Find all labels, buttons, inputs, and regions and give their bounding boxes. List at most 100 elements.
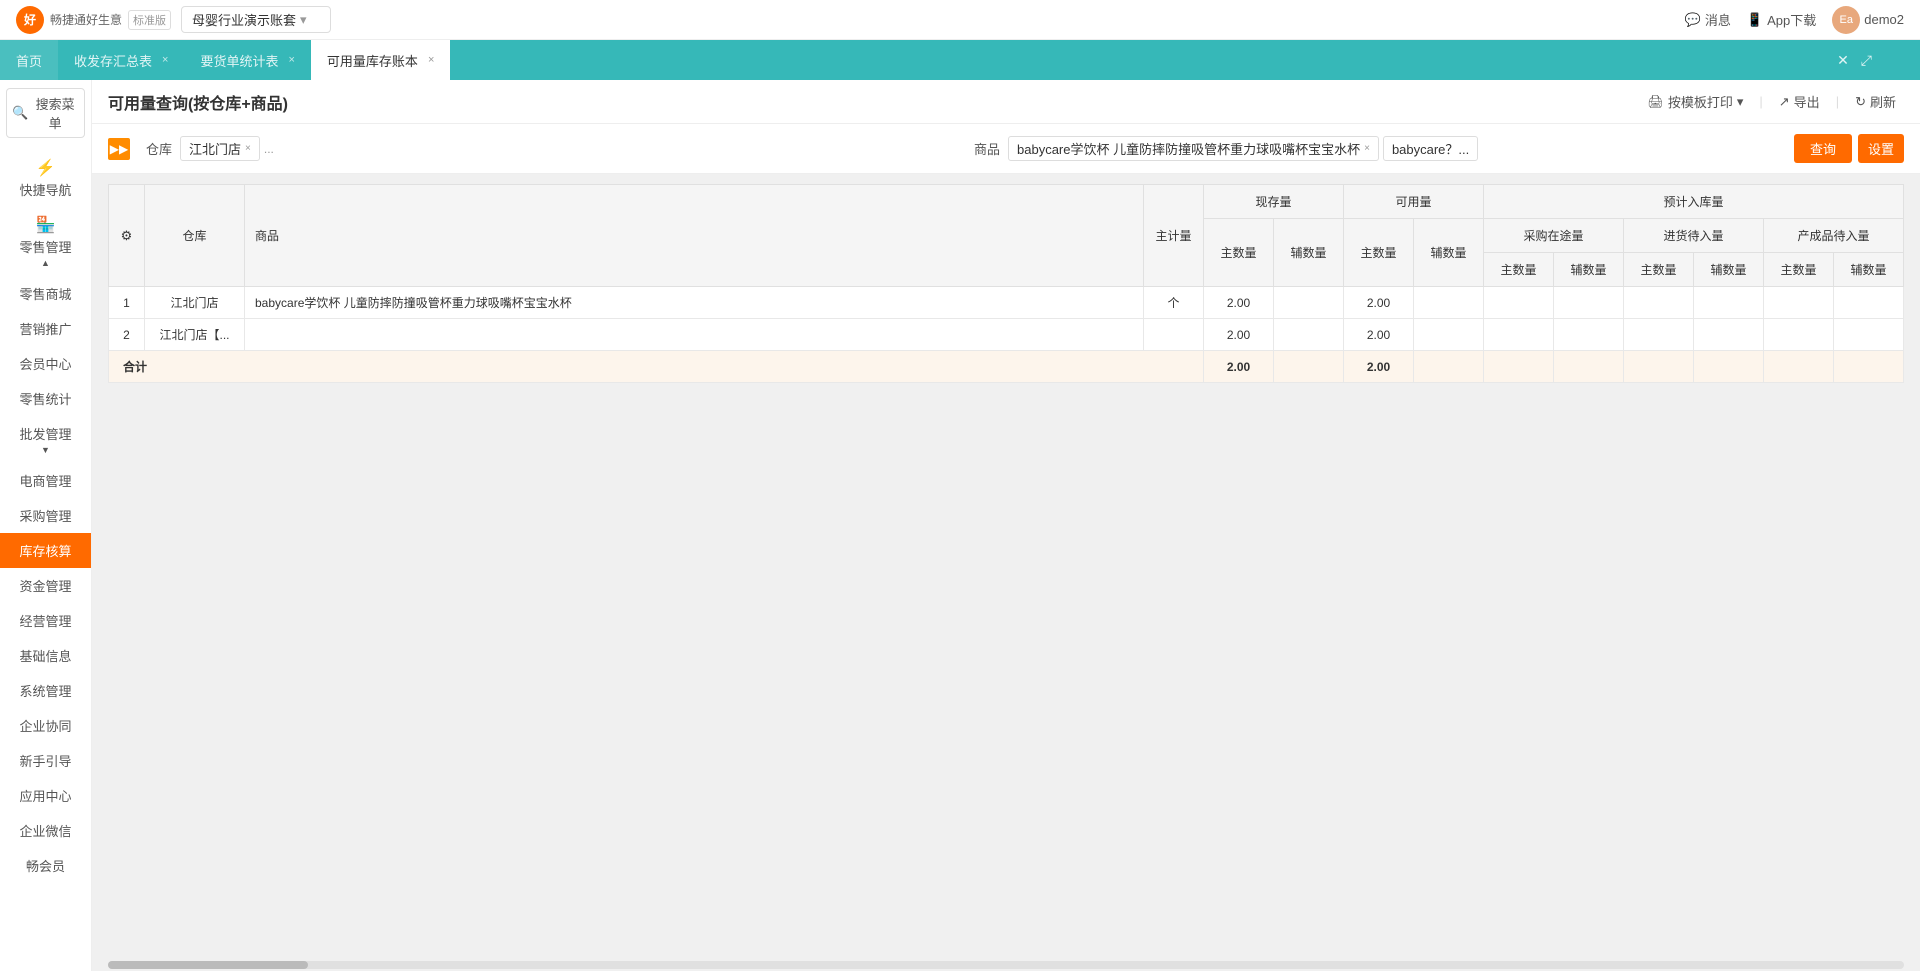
query-button[interactable]: 查询 (1794, 134, 1852, 163)
batch-arrow-icon: ▼ (41, 445, 50, 455)
sidebar-item-ecommerce[interactable]: 电商管理 (0, 463, 91, 498)
print-template-button[interactable]: 🖨 按模板打印 ▾ (1639, 88, 1751, 115)
th-production: 产成品待入量 (1764, 219, 1904, 253)
sidebar-item-enterprise[interactable]: 企业协同 (0, 708, 91, 743)
template-badge: 标准版 (128, 10, 171, 30)
tab-receipts[interactable]: 收发存汇总表 × (58, 40, 184, 80)
industry-selector[interactable]: 母婴行业演示账套 ▾ (181, 6, 331, 33)
nav-tab-actions: ✕ ⤢ (1833, 40, 1880, 80)
th-forecast-in: 预计入库量 (1484, 185, 1904, 219)
sidebar-item-wx-enterprise[interactable]: 企业微信 (0, 813, 91, 848)
sidebar: 🔍 搜索菜单 ⚡ 快捷导航 🏪 零售管理 ▲ 零售商城 营销推广 会员中心 (0, 80, 92, 971)
close-available-icon[interactable]: × (428, 54, 434, 66)
tab-orders[interactable]: 要货单统计表 × (184, 40, 310, 80)
print-chevron-icon: ▾ (1737, 94, 1744, 110)
search-menu-button[interactable]: 🔍 搜索菜单 (6, 88, 85, 138)
member-label: 会员中心 (19, 354, 71, 373)
user-menu[interactable]: Ea demo2 (1832, 6, 1904, 34)
page-actions: 🖨 按模板打印 ▾ | ↗ 导出 | ↻ 刷新 (1639, 88, 1904, 115)
total-production-main (1764, 351, 1834, 383)
sidebar-item-system[interactable]: 系统管理 (0, 673, 91, 708)
scrollbar-thumb[interactable] (108, 961, 308, 969)
tab-home[interactable]: 首页 (0, 40, 58, 80)
total-label: 合计 (109, 351, 1204, 383)
th-incoming: 进货待入量 (1624, 219, 1764, 253)
ecommerce-label: 电商管理 (19, 471, 71, 490)
receipts-tab-label: 收发存汇总表 (74, 51, 152, 70)
message-button[interactable]: 💬 消息 (1685, 10, 1731, 29)
product-tag-1[interactable]: babycare学饮杯 儿童防摔防撞吸管杯重力球吸嘴杯宝宝水杯 × (1008, 136, 1379, 161)
sidebar-item-purchase[interactable]: 采购管理 (0, 498, 91, 533)
close-all-tabs-icon[interactable]: ✕ (1833, 48, 1853, 73)
warehouse-tag[interactable]: 江北门店 × (180, 136, 260, 161)
export-icon: ↗ (1779, 94, 1790, 110)
sidebar-item-zero-stats[interactable]: 零售统计 (0, 381, 91, 416)
th-product: 商品 (245, 185, 1144, 287)
cell-production-main (1764, 287, 1834, 319)
cell-available-sub (1414, 319, 1484, 351)
cell-available-sub (1414, 287, 1484, 319)
logo-icon: 好 (16, 6, 44, 34)
sidebar-item-operations[interactable]: 经营管理 (0, 603, 91, 638)
sidebar-item-quick-nav[interactable]: ⚡ 快捷导航 (0, 150, 91, 207)
settings-button[interactable]: 设置 (1858, 134, 1904, 163)
zero-sales-label: 零售管理 (19, 237, 71, 256)
total-production-sub (1834, 351, 1904, 383)
operations-label: 经营管理 (19, 611, 71, 630)
expand-tabs-icon[interactable]: ⤢ (1857, 48, 1876, 73)
member2-label: 畅会员 (26, 856, 65, 875)
system-label: 系统管理 (19, 681, 71, 700)
horizontal-scrollbar[interactable] (92, 959, 1920, 971)
message-icon: 💬 (1685, 12, 1701, 28)
total-incoming-main (1624, 351, 1694, 383)
cell-warehouse: 江北门店【... (145, 319, 245, 351)
filter-expand-button[interactable]: ▶▶ (108, 138, 130, 160)
logo-area: 好 畅捷通好生意 标准版 (16, 6, 171, 34)
warehouse-tag-close-icon[interactable]: × (245, 143, 251, 154)
refresh-button[interactable]: ↻ 刷新 (1847, 88, 1904, 115)
cell-product: babycare学饮杯 儿童防摔防撞吸管杯重力球吸嘴杯宝宝水杯 (245, 287, 1144, 319)
sidebar-item-zero-mall[interactable]: 零售商城 (0, 276, 91, 311)
sidebar-item-basic[interactable]: 基础信息 (0, 638, 91, 673)
cell-available-main: 2.00 (1344, 287, 1414, 319)
sidebar-item-finance[interactable]: 资金管理 (0, 568, 91, 603)
cell-current-sub (1274, 319, 1344, 351)
sidebar-item-member2[interactable]: 畅会员 (0, 848, 91, 883)
data-table: ⚙ 仓库 商品 主计量 现存量 可用量 预计入库量 主数量 辅数量 主数量 辅数… (108, 184, 1904, 383)
th-incoming-sub: 辅数量 (1694, 253, 1764, 287)
th-warehouse: 仓库 (145, 185, 245, 287)
sidebar-item-inventory[interactable]: 库存核算 (0, 533, 91, 568)
inventory-label: 库存核算 (19, 541, 71, 560)
cell-unit (1144, 319, 1204, 351)
product-filter-tags: babycare学饮杯 儿童防摔防撞吸管杯重力球吸嘴杯宝宝水杯 × babyca… (1008, 136, 1786, 161)
sidebar-item-newbie[interactable]: 新手引导 (0, 743, 91, 778)
sidebar-item-app-center[interactable]: 应用中心 (0, 778, 91, 813)
arrow-icon: ▲ (41, 258, 50, 268)
cell-incoming-main (1624, 287, 1694, 319)
th-production-sub: 辅数量 (1834, 253, 1904, 287)
message-label: 消息 (1705, 10, 1731, 29)
cell-purchase-main (1484, 287, 1554, 319)
quick-nav-label: 快捷导航 (19, 180, 71, 199)
product-filter-label: 商品 (974, 139, 1000, 158)
product-tag-2[interactable]: babycare？... (1383, 136, 1478, 161)
tab-available[interactable]: 可用量库存账本 × (311, 40, 450, 80)
sidebar-item-batch[interactable]: 批发管理 ▼ (0, 416, 91, 463)
app-download-button[interactable]: 📱 App下载 (1747, 10, 1816, 29)
sidebar-item-member[interactable]: 会员中心 (0, 346, 91, 381)
export-button[interactable]: ↗ 导出 (1771, 88, 1828, 115)
page-header: 可用量查询(按仓库+商品) 🖨 按模板打印 ▾ | ↗ 导出 | ↻ 刷新 (92, 80, 1920, 124)
sidebar-search-area: 🔍 搜索菜单 (0, 80, 91, 146)
th-main-unit: 主计量 (1144, 185, 1204, 287)
filter-more-btn[interactable]: ... (264, 142, 274, 156)
close-receipts-icon[interactable]: × (162, 54, 168, 66)
sidebar-item-zero-sales[interactable]: 🏪 零售管理 ▲ (0, 207, 91, 276)
separator-2: | (1836, 94, 1839, 109)
close-orders-icon[interactable]: × (288, 54, 294, 66)
purchase-label: 采购管理 (19, 506, 71, 525)
filter-area: ▶▶ 仓库 江北门店 × ... 商品 babycare学饮杯 儿童防摔防撞吸管… (92, 124, 1920, 174)
zero-stats-label: 零售统计 (19, 389, 71, 408)
sidebar-item-marketing[interactable]: 营销推广 (0, 311, 91, 346)
cell-warehouse: 江北门店 (145, 287, 245, 319)
product-tag-close-icon-1[interactable]: × (1364, 143, 1370, 154)
